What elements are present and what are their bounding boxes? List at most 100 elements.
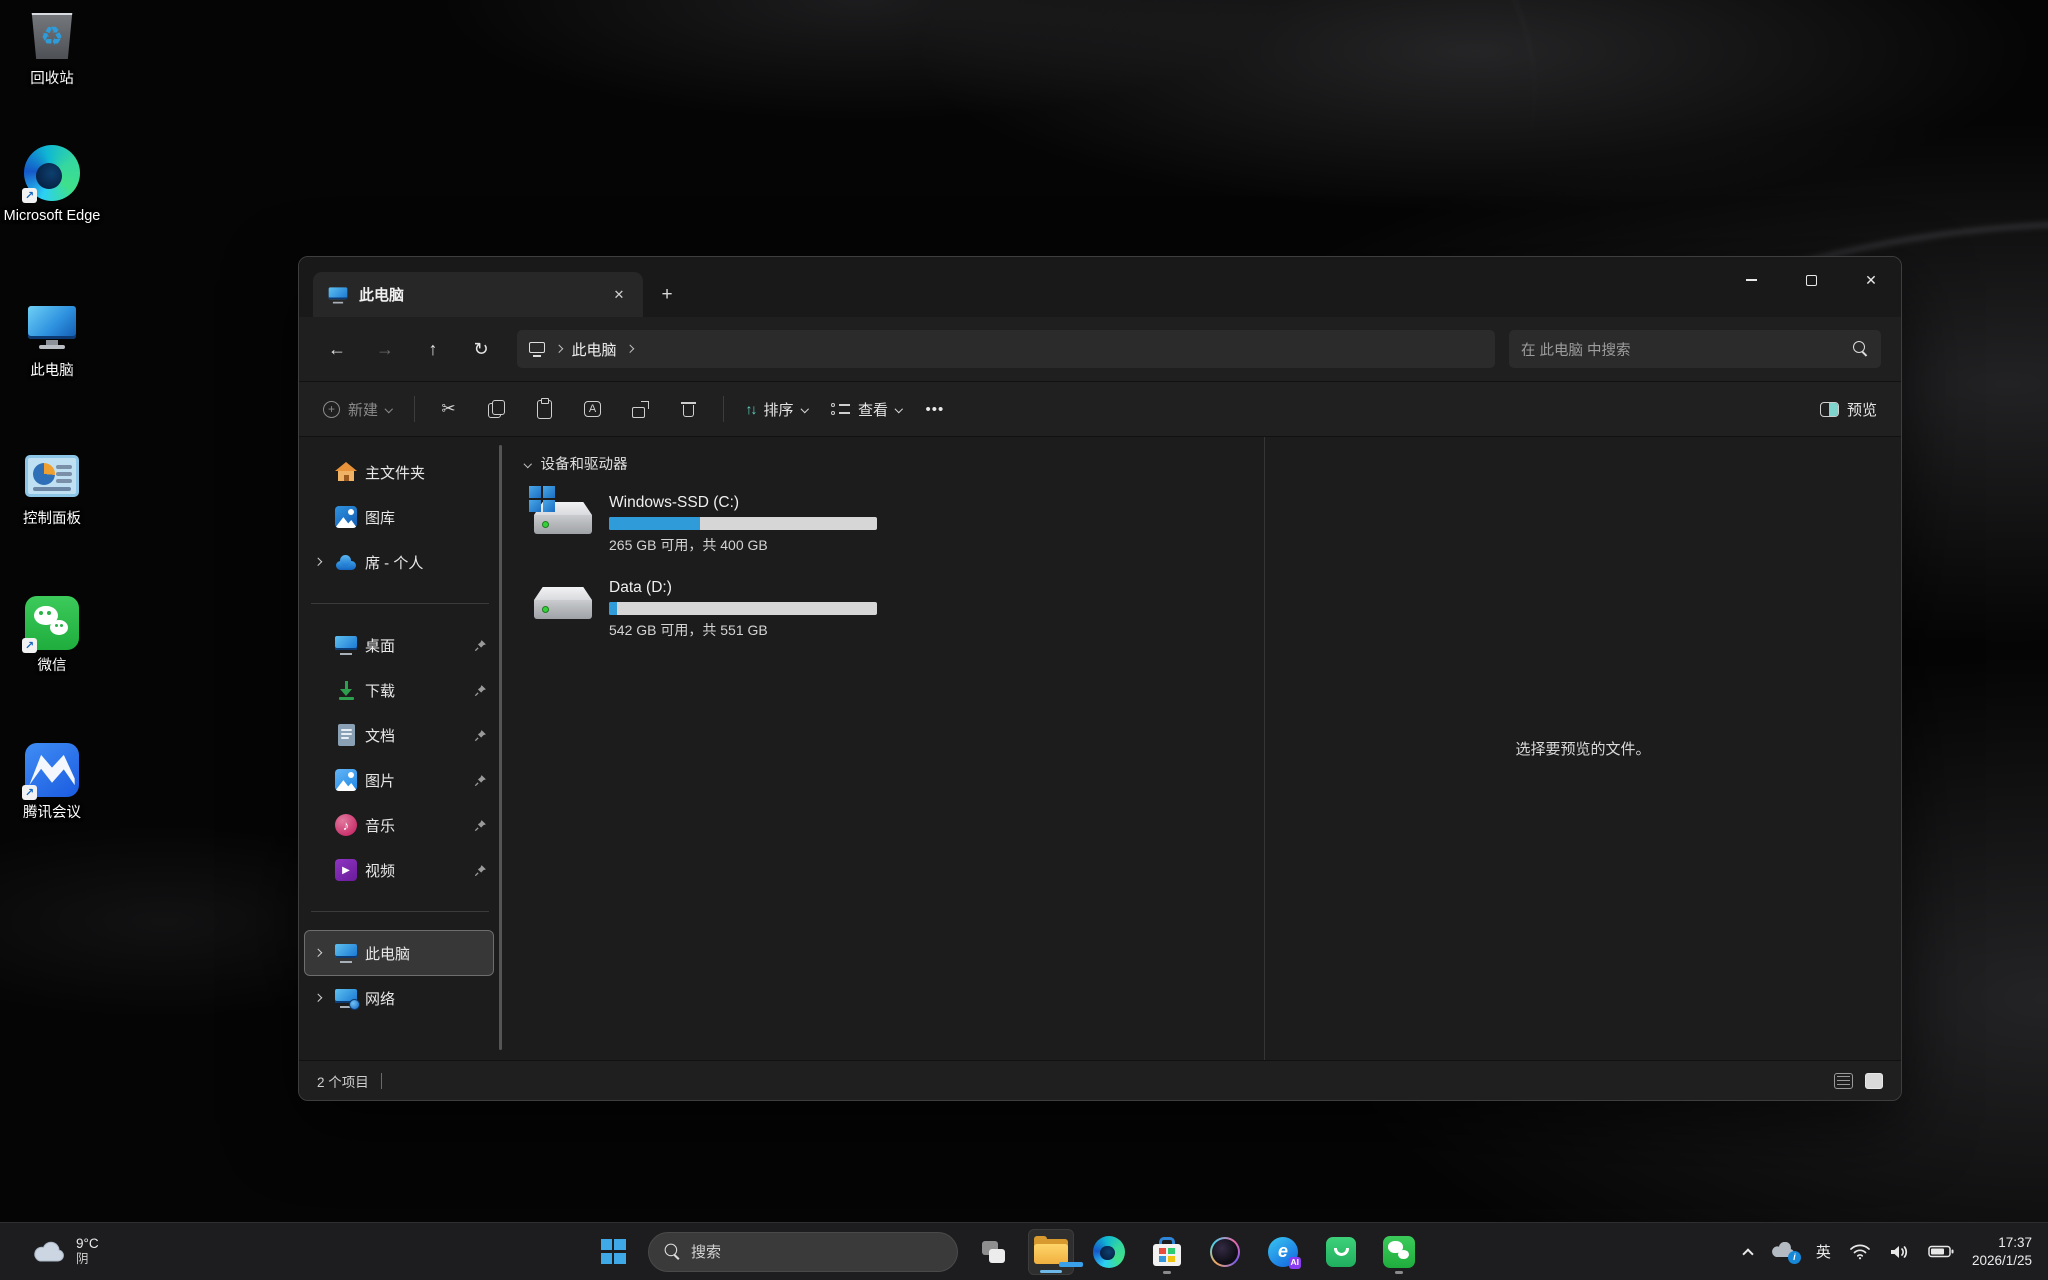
- desktop-icon-wechat[interactable]: ↗ 微信: [0, 595, 104, 675]
- desktop-icon-recycle-bin[interactable]: ♻ 回收站: [0, 8, 104, 88]
- windows-logo-icon: [529, 486, 555, 512]
- gallery-icon: [331, 506, 361, 528]
- desktop-icon-tencent-meeting[interactable]: ↗ 腾讯会议: [0, 742, 104, 822]
- sidebar-item-documents[interactable]: 文档: [305, 713, 493, 757]
- shortcut-arrow-icon: ↗: [22, 638, 37, 653]
- preview-placeholder: 选择要预览的文件。: [1515, 741, 1651, 758]
- cut-button[interactable]: ✂: [427, 389, 471, 429]
- sidebar-item-videos[interactable]: ▶ 视频: [305, 848, 493, 892]
- section-title: 设备和驱动器: [540, 457, 628, 473]
- maximize-button[interactable]: [1781, 257, 1841, 303]
- onedrive-cloud-icon: [331, 554, 361, 570]
- large-icons-view-toggle[interactable]: [1865, 1072, 1883, 1089]
- running-indicator: [1040, 1269, 1062, 1273]
- pin-icon: [467, 864, 493, 877]
- taskbar-weather-widget[interactable]: 9°C 阴: [24, 1223, 107, 1280]
- delete-button[interactable]: [667, 389, 711, 429]
- battery-icon[interactable]: [1928, 1245, 1954, 1258]
- preview-toggle-button[interactable]: 预览: [1810, 389, 1887, 429]
- onedrive-tray-icon[interactable]: i: [1770, 1241, 1801, 1264]
- drive-capacity: 265 GB 可用，共 400 GB: [609, 537, 768, 553]
- running-indicator: [1395, 1270, 1403, 1274]
- drive-item-d[interactable]: Data (D:) 542 GB 可用，共 551 GB: [533, 579, 1264, 640]
- desktop-icon-label: 控制面板: [23, 511, 81, 527]
- paste-icon: [537, 397, 553, 419]
- chevron-right-icon: [305, 558, 331, 566]
- view-button[interactable]: 查看: [821, 389, 912, 429]
- sidebar-item-gallery[interactable]: 图库: [305, 495, 493, 539]
- desktop-icon-control-panel[interactable]: 控制面板: [0, 448, 104, 528]
- videos-icon: ▶: [331, 859, 361, 881]
- tray-overflow-chevron[interactable]: [1742, 1246, 1754, 1260]
- chevron-down-icon: [894, 405, 903, 413]
- desktop-icon-label: 此电脑: [30, 363, 74, 379]
- chevron-down-icon: [800, 405, 809, 413]
- new-tab-button[interactable]: +: [649, 278, 685, 312]
- tray-clock[interactable]: 17:37 2026/1/25: [1972, 1234, 2032, 1269]
- taskbar-search-input[interactable]: 搜索: [648, 1231, 958, 1272]
- taskbar-app-edge[interactable]: [1086, 1229, 1132, 1275]
- copy-icon: [488, 400, 506, 418]
- share-icon: [632, 400, 650, 418]
- refresh-button[interactable]: ↻: [459, 331, 503, 367]
- tab-title: 此电脑: [359, 287, 405, 304]
- sidebar-item-this-pc[interactable]: 此电脑: [304, 930, 494, 976]
- home-icon: [331, 462, 361, 482]
- address-breadcrumb[interactable]: 此电脑: [517, 330, 1495, 368]
- sidebar-item-music[interactable]: ♪ 音乐: [305, 803, 493, 847]
- copy-button[interactable]: [475, 389, 519, 429]
- breadcrumb-location[interactable]: 此电脑: [572, 339, 617, 360]
- pin-icon: [467, 774, 493, 787]
- taskbar-app-store[interactable]: [1144, 1229, 1190, 1275]
- downloads-icon: [331, 680, 361, 700]
- taskbar-search-placeholder: 搜索: [691, 1244, 722, 1261]
- forward-button[interactable]: →: [363, 331, 407, 367]
- desktop-folder-icon: [331, 635, 361, 655]
- taskbar-app-360-ai-browser[interactable]: e AI: [1260, 1229, 1306, 1275]
- sort-button[interactable]: ↑↓ 排序: [736, 389, 818, 429]
- sidebar-item-network[interactable]: 网络: [305, 976, 493, 1020]
- desktop-icon-this-pc[interactable]: 此电脑: [0, 300, 104, 380]
- section-devices-and-drives[interactable]: 设备和驱动器: [523, 453, 1264, 474]
- edge-icon: [1093, 1235, 1125, 1268]
- taskbar-app-app-store-green[interactable]: [1318, 1229, 1364, 1275]
- sidebar-item-onedrive[interactable]: 席 - 个人: [305, 540, 493, 584]
- recycle-bin-icon: ♻: [24, 8, 80, 64]
- network-icon: [331, 988, 361, 1010]
- rename-button[interactable]: A: [571, 389, 615, 429]
- taskbar-app-wechat[interactable]: [1376, 1229, 1422, 1275]
- volume-icon[interactable]: [1889, 1244, 1910, 1260]
- pin-icon: [467, 639, 493, 652]
- sidebar-separator: [311, 603, 489, 604]
- desktop-icon-edge[interactable]: ↗ Microsoft Edge: [0, 145, 104, 225]
- hard-drive-icon: [533, 579, 593, 627]
- desktop-icon-label: 微信: [37, 658, 67, 674]
- minimize-button[interactable]: [1721, 257, 1781, 303]
- share-button[interactable]: [619, 389, 663, 429]
- drive-item-c[interactable]: Windows-SSD (C:) 265 GB 可用，共 400 GB: [529, 486, 1264, 555]
- tab-close-button[interactable]: ✕: [605, 281, 633, 309]
- sidebar-item-desktop[interactable]: 桌面: [305, 623, 493, 667]
- wifi-icon[interactable]: [1849, 1243, 1871, 1260]
- taskbar-app-copilot[interactable]: [1202, 1229, 1248, 1275]
- more-options-button[interactable]: •••: [916, 389, 955, 429]
- paste-button[interactable]: [523, 389, 567, 429]
- details-view-toggle[interactable]: [1834, 1072, 1853, 1089]
- sidebar-item-downloads[interactable]: 下载: [305, 668, 493, 712]
- tab-this-pc[interactable]: 此电脑 ✕: [313, 272, 643, 317]
- ime-language-indicator[interactable]: 英: [1816, 1241, 1831, 1262]
- sidebar-item-home[interactable]: 主文件夹: [305, 450, 493, 494]
- up-button[interactable]: ↑: [411, 331, 455, 367]
- chevron-down-icon: [384, 405, 393, 413]
- new-button[interactable]: + 新建: [313, 389, 402, 429]
- taskbar-app-file-explorer[interactable]: [1028, 1228, 1083, 1275]
- close-button[interactable]: ✕: [1841, 257, 1901, 303]
- explorer-search-input[interactable]: 在 此电脑 中搜索: [1509, 330, 1881, 368]
- start-button[interactable]: [590, 1229, 636, 1275]
- sidebar-item-pictures[interactable]: 图片: [305, 758, 493, 802]
- weather-condition: 阴: [76, 1252, 89, 1267]
- back-button[interactable]: ←: [315, 331, 359, 367]
- task-view-button[interactable]: [970, 1229, 1016, 1275]
- scissors-icon: ✂: [441, 399, 456, 418]
- sidebar-scrollbar[interactable]: [499, 445, 502, 1050]
